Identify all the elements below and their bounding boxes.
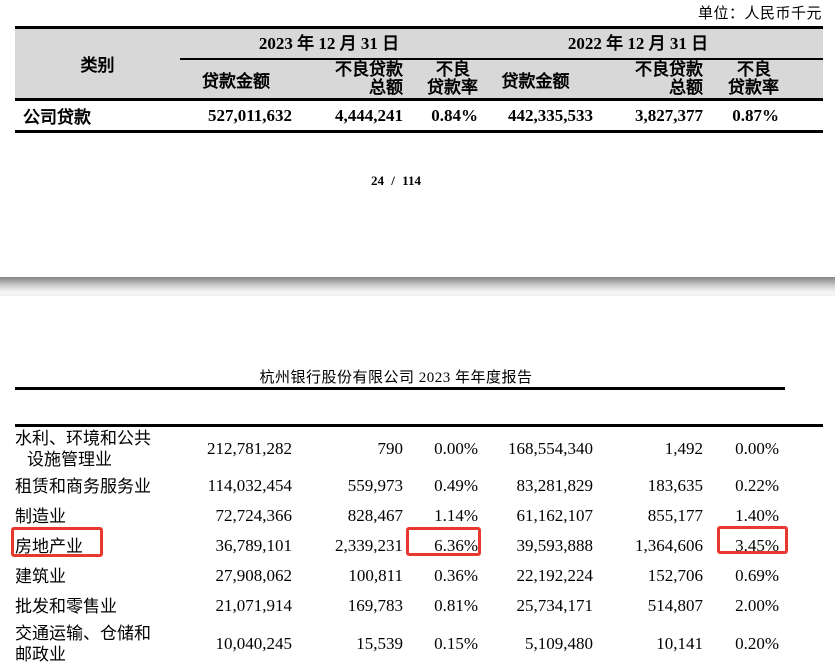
subheader-npl-total-2023: 不良贷款 总额	[292, 60, 403, 98]
cell-npl-total-2023: 2,339,231	[292, 536, 403, 556]
table-row-leasing: 租赁和商务服务业 114,032,454 559,973 0.49% 83,28…	[15, 471, 823, 501]
cell-loan-amount-2022: 83,281,829	[478, 476, 593, 496]
cell-npl-ratio-2023: 0.00%	[403, 439, 478, 459]
cell-loan-amount-2022: 168,554,340	[478, 439, 593, 459]
page-number: 24 / 114	[0, 173, 792, 189]
table-row-corporate-loans: 公司贷款 527,011,632 4,444,241 0.84% 442,335…	[15, 101, 823, 130]
cell-npl-total-2023: 828,467	[292, 506, 403, 526]
cell-loan-amount-2022: 61,162,107	[478, 506, 593, 526]
page-separator	[0, 277, 835, 296]
cell-loan-amount-2023: 212,781,282	[180, 439, 292, 459]
row-label-line: 水利、环境和公共	[15, 428, 180, 449]
cell-npl-total-2022: 514,807	[593, 596, 703, 616]
subheader-loan-amount-2023: 贷款金额	[180, 60, 292, 98]
row-label-line: 租赁和商务服务业	[15, 476, 180, 497]
subheader-line: 不良贷款	[635, 61, 703, 79]
subheader-npl-total-2022: 不良贷款 总额	[593, 60, 703, 98]
subheader-npl-ratio-2023: 不良 贷款率	[403, 60, 478, 98]
unit-label: 单位：人民币千元	[698, 2, 822, 23]
cell-npl-total-2022: 855,177	[593, 506, 703, 526]
period-header-2023: 2023 年 12 月 31 日	[180, 29, 478, 58]
cell-npl-ratio-2023: 0.15%	[403, 634, 478, 654]
cell-loan-amount-2022: 5,109,480	[478, 634, 593, 654]
highlight-box-real-estate-label	[11, 527, 103, 557]
cell-npl-total-2023: 15,539	[292, 634, 403, 654]
highlight-box-npl-ratio-2023	[406, 527, 481, 556]
corporate-loan-table-header: 类别 2023 年 12 月 31 日 2022 年 12 月 31 日 贷款金…	[15, 29, 823, 101]
period-header-row: 2023 年 12 月 31 日 2022 年 12 月 31 日	[15, 29, 823, 58]
cell-npl-total-2023: 169,783	[292, 596, 403, 616]
cell-loan-amount-2022: 25,734,171	[478, 596, 593, 616]
cell-loan-amount-2023: 114,032,454	[180, 476, 292, 496]
cell-npl-ratio-2023: 0.84%	[403, 106, 478, 126]
cell-npl-ratio-2022: 0.69%	[703, 566, 779, 586]
doc-title-rule	[15, 387, 785, 390]
cell-npl-total-2022: 10,141	[593, 634, 703, 654]
document-viewport: 单位：人民币千元 类别 2023 年 12 月 31 日 2022 年 12 月…	[0, 0, 835, 663]
cell-npl-ratio-2022: 1.40%	[703, 506, 779, 526]
highlight-box-npl-ratio-2022	[717, 526, 788, 554]
cell-npl-ratio-2023: 0.81%	[403, 596, 478, 616]
subheader-line: 不良	[436, 61, 478, 79]
cell-npl-ratio-2022: 0.87%	[703, 106, 779, 126]
subheader-line: 不良贷款	[335, 61, 403, 79]
subheader-line: 总额	[669, 79, 703, 97]
cell-npl-ratio-2022: 0.22%	[703, 476, 779, 496]
table-row-transport: 交通运输、仓储和 邮政业 10,040,245 15,539 0.15% 5,1…	[15, 621, 823, 663]
cell-npl-ratio-2022: 0.00%	[703, 439, 779, 459]
cell-npl-total-2023: 100,811	[292, 566, 403, 586]
subheader-line: 贷款率	[427, 79, 478, 97]
table-row-utilities: 水利、环境和公共 设施管理业 212,781,282 790 0.00% 168…	[15, 427, 823, 471]
row-label: 建筑业	[15, 566, 180, 587]
subheader-npl-ratio-2022: 不良 贷款率	[703, 60, 779, 98]
cell-npl-total-2022: 3,827,377	[593, 106, 703, 126]
row-label-line: 制造业	[15, 506, 180, 527]
cell-npl-total-2023: 559,973	[292, 476, 403, 496]
cell-loan-amount-2023: 36,789,101	[180, 536, 292, 556]
subheader-line: 总额	[369, 79, 403, 97]
table-row-wholesale-retail: 批发和零售业 21,071,914 169,783 0.81% 25,734,1…	[15, 591, 823, 621]
row-label-line: 邮政业	[15, 644, 180, 663]
cell-npl-total-2022: 1,492	[593, 439, 703, 459]
cell-loan-amount-2022: 442,335,533	[478, 106, 593, 126]
cell-loan-amount-2022: 39,593,888	[478, 536, 593, 556]
cell-loan-amount-2023: 527,011,632	[180, 106, 292, 126]
cell-loan-amount-2023: 21,071,914	[180, 596, 292, 616]
table-row-construction: 建筑业 27,908,062 100,811 0.36% 22,192,224 …	[15, 561, 823, 591]
subheader-line: 不良	[737, 61, 779, 79]
row-label: 公司贷款	[15, 103, 180, 128]
cell-npl-total-2022: 183,635	[593, 476, 703, 496]
row-label-line: 设施管理业	[15, 449, 180, 470]
cell-npl-total-2023: 4,444,241	[292, 106, 403, 126]
subheader-line: 贷款率	[728, 79, 779, 97]
cell-npl-ratio-2022: 2.00%	[703, 596, 779, 616]
row-label-line: 交通运输、仓储和	[15, 623, 180, 644]
cell-npl-total-2022: 1,364,606	[593, 536, 703, 556]
cell-npl-ratio-2023: 1.14%	[403, 506, 478, 526]
cell-loan-amount-2023: 10,040,245	[180, 634, 292, 654]
cell-npl-ratio-2022: 0.20%	[703, 634, 779, 654]
period-header-2022: 2022 年 12 月 31 日	[478, 29, 798, 58]
cell-npl-total-2023: 790	[292, 439, 403, 459]
cell-npl-total-2022: 152,706	[593, 566, 703, 586]
corporate-loan-table: 类别 2023 年 12 月 31 日 2022 年 12 月 31 日 贷款金…	[15, 26, 823, 133]
cell-npl-ratio-2023: 0.49%	[403, 476, 478, 496]
row-label-line: 建筑业	[15, 566, 180, 587]
row-label: 制造业	[15, 506, 180, 527]
cell-loan-amount-2023: 27,908,062	[180, 566, 292, 586]
row-label: 交通运输、仓储和 邮政业	[15, 623, 180, 663]
row-label: 批发和零售业	[15, 596, 180, 617]
row-label: 租赁和商务服务业	[15, 476, 180, 497]
cell-loan-amount-2022: 22,192,224	[478, 566, 593, 586]
row-label: 水利、环境和公共 设施管理业	[15, 428, 180, 470]
cell-npl-ratio-2023: 0.36%	[403, 566, 478, 586]
subheader-loan-amount-2022: 贷款金额	[478, 60, 593, 98]
row-label-line: 批发和零售业	[15, 596, 180, 617]
cell-loan-amount-2023: 72,724,366	[180, 506, 292, 526]
doc-title: 杭州银行股份有限公司 2023 年年度报告	[0, 366, 792, 387]
